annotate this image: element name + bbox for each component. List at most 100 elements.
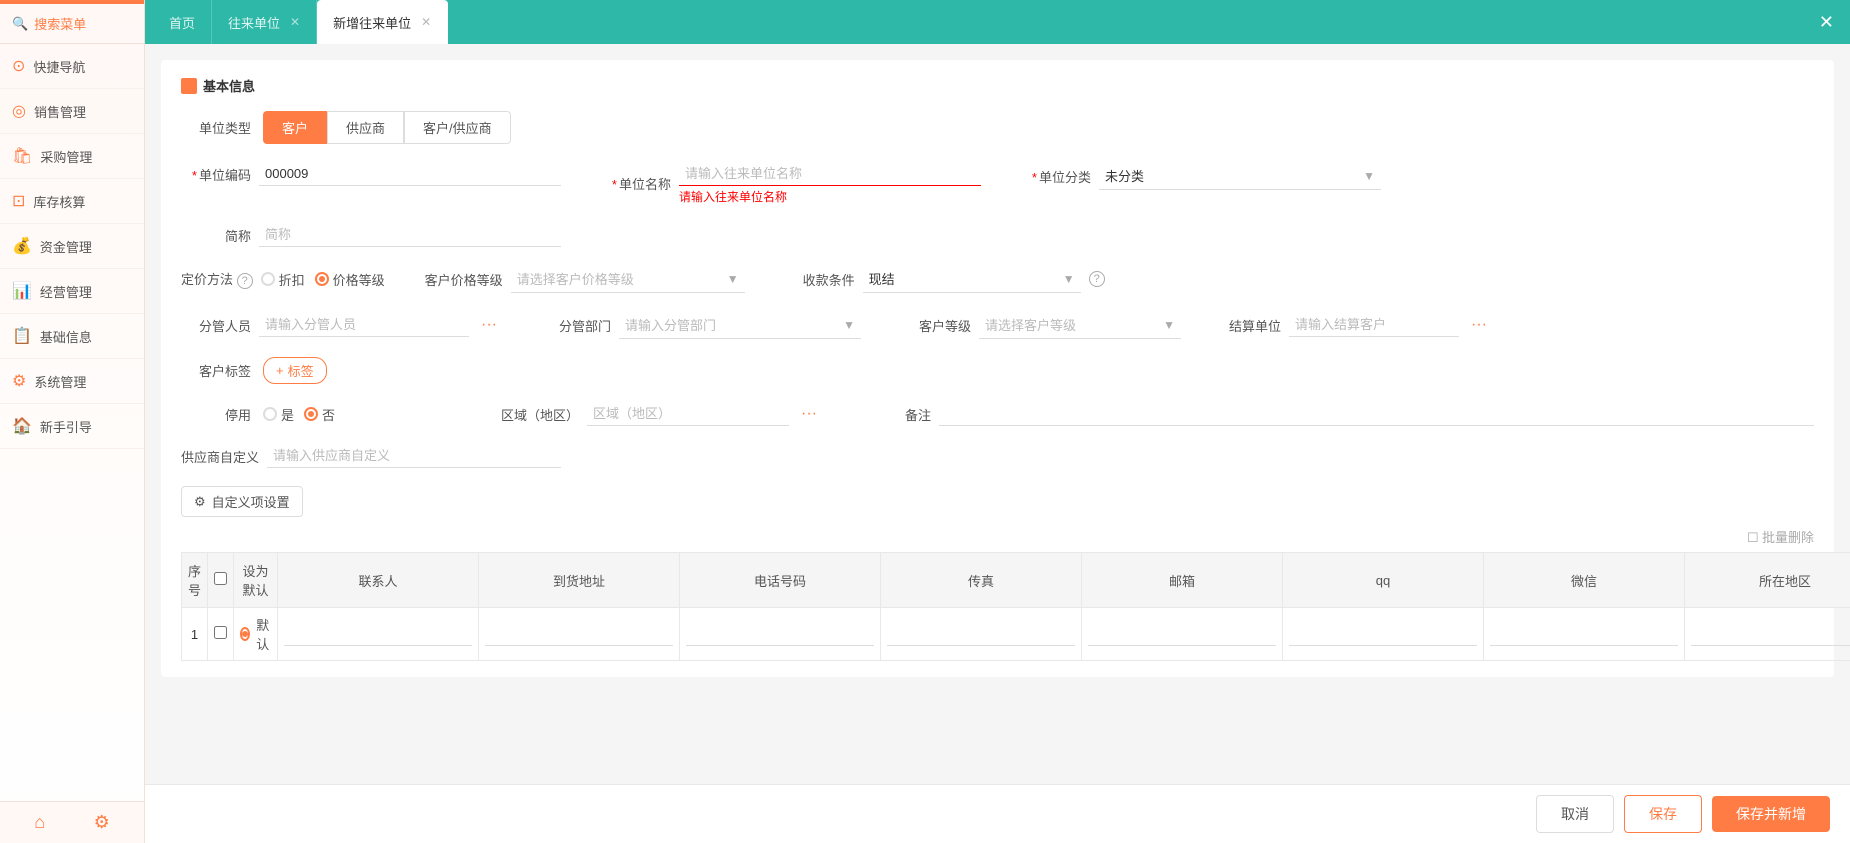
sidebar-item-system[interactable]: ⚙ 系统管理 (0, 359, 144, 404)
row-area-cell (1685, 608, 1850, 661)
supplier-custom-input[interactable] (267, 444, 561, 468)
pricing-discount-radio (261, 272, 275, 286)
row-checkbox[interactable] (214, 626, 227, 639)
col-checkbox (208, 553, 234, 608)
contacts-table: 序号 设为默认 联系人 到货地址 电话号码 传真 邮箱 qq 微信 所在地区 操… (181, 552, 1850, 661)
basic-info-card: 基本信息 单位类型 客户 供应商 客户/供应商 *单位编码 (161, 60, 1834, 677)
row-email-cell (1082, 608, 1283, 661)
customer-price-level-label: 客户价格等级 (425, 270, 503, 289)
pricing-discount-option[interactable]: 折扣 (261, 270, 305, 289)
customer-tag-label: 客户标签 (181, 361, 251, 380)
sidebar: 🔍 搜索菜单 ⊙ 快捷导航 ◎ 销售管理 🛍 采购管理 ⊡ 库存核算 💰 资金管… (0, 0, 145, 843)
manager-more[interactable]: ··· (477, 316, 501, 334)
pricing-method-help[interactable]: ? (237, 273, 253, 289)
row-fax-input[interactable] (887, 622, 1075, 646)
sidebar-item-operations[interactable]: 📊 经营管理 (0, 269, 144, 314)
tab-new-counterparty[interactable]: 新增往来单位 ✕ (317, 0, 448, 44)
pricing-level-option[interactable]: 价格等级 (315, 270, 385, 289)
customer-level-arrow: ▼ (1163, 318, 1175, 332)
sidebar-item-inventory[interactable]: ⊡ 库存核算 (0, 179, 144, 224)
customer-level-select[interactable]: 请选择客户等级 ▼ (979, 311, 1181, 339)
table-row: 1 默认 (182, 608, 1850, 661)
code-name-category-row: *单位编码 *单位名称 请输入往来单位名称 (181, 162, 1814, 205)
row-address-input[interactable] (485, 622, 673, 646)
unit-type-customer[interactable]: 客户 (263, 111, 327, 144)
sidebar-item-finance[interactable]: 💰 资金管理 (0, 224, 144, 269)
sidebar-home-icon[interactable]: ⌂ (34, 812, 45, 833)
unit-category-required: * (1032, 170, 1037, 185)
unit-category-select[interactable]: 未分类 ▼ (1099, 162, 1381, 190)
row-qq-input[interactable] (1289, 622, 1477, 646)
disabled-radio-group: 是 否 (263, 405, 335, 424)
region-field: 区域（地区） ··· (501, 402, 821, 426)
section-title-icon (181, 78, 197, 94)
add-tag-button[interactable]: + 标签 (263, 357, 327, 384)
col-contact: 联系人 (278, 553, 479, 608)
region-input[interactable] (587, 402, 789, 426)
col-email: 邮箱 (1082, 553, 1283, 608)
sidebar-search-label: 搜索菜单 (34, 14, 86, 33)
row-email-input[interactable] (1088, 622, 1276, 646)
manager-input[interactable] (259, 313, 469, 337)
unit-code-required: * (192, 168, 197, 183)
abbreviation-row: 简称 (181, 223, 1814, 247)
row-phone-input[interactable] (686, 622, 874, 646)
sidebar-item-purchase[interactable]: 🛍 采购管理 (0, 134, 144, 179)
tab-new-counterparty-close[interactable]: ✕ (421, 15, 431, 29)
unit-type-both[interactable]: 客户/供应商 (404, 111, 511, 144)
department-select[interactable]: 请输入分管部门 ▼ (619, 311, 861, 339)
sidebar-item-label: 系统管理 (34, 372, 86, 391)
select-all-checkbox[interactable] (214, 572, 227, 585)
tab-counterparty[interactable]: 往来单位 ✕ (212, 0, 317, 44)
unit-name-input-wrapper: 请输入往来单位名称 (679, 162, 981, 205)
disabled-yes-option[interactable]: 是 (263, 405, 294, 424)
settlement-unit-input[interactable] (1289, 313, 1459, 337)
inventory-icon: ⊡ (12, 191, 25, 211)
remark-input[interactable] (939, 402, 1814, 426)
custom-settings-button[interactable]: ⚙ 自定义项设置 (181, 486, 303, 517)
disabled-no-option[interactable]: 否 (304, 405, 335, 424)
payment-terms-help[interactable]: ? (1089, 271, 1105, 287)
row-wechat-input[interactable] (1490, 622, 1678, 646)
row-area-input[interactable] (1691, 622, 1850, 646)
save-button[interactable]: 保存 (1624, 795, 1702, 833)
settlement-unit-more[interactable]: ··· (1467, 316, 1491, 334)
payment-terms-field: 收款条件 现结 ▼ ? (785, 265, 1105, 293)
sidebar-item-quick-nav[interactable]: ⊙ 快捷导航 (0, 44, 144, 89)
region-more[interactable]: ··· (797, 405, 821, 423)
sidebar-item-basic-info[interactable]: 📋 基础信息 (0, 314, 144, 359)
custom-settings-gear-icon: ⚙ (194, 494, 206, 510)
finance-icon: 💰 (12, 236, 32, 256)
save-new-button[interactable]: 保存并新增 (1712, 796, 1830, 832)
customer-tag-field: 客户标签 + 标签 (181, 357, 327, 384)
unit-type-supplier[interactable]: 供应商 (327, 111, 404, 144)
department-placeholder: 请输入分管部门 (625, 315, 839, 334)
manager-row: 分管人员 ··· 分管部门 请输入分管部门 ▼ 客户等级 请选择客户等级 (181, 311, 1814, 339)
settlement-unit-label: 结算单位 (1211, 316, 1281, 335)
sidebar-item-sales[interactable]: ◎ 销售管理 (0, 89, 144, 134)
customer-price-level-select[interactable]: 请选择客户价格等级 ▼ (511, 265, 745, 293)
col-fax: 传真 (881, 553, 1082, 608)
tab-home[interactable]: 首页 (153, 0, 212, 44)
sidebar-item-label: 采购管理 (40, 147, 92, 166)
row-contact-input[interactable] (284, 622, 472, 646)
customer-level-field: 客户等级 请选择客户等级 ▼ (901, 311, 1181, 339)
payment-terms-select[interactable]: 现结 ▼ (863, 265, 1081, 293)
row-index: 1 (182, 608, 208, 661)
sidebar-settings-icon[interactable]: ⚙ (94, 812, 110, 833)
tabs-close-all-button[interactable]: ✕ (1811, 12, 1842, 33)
unit-name-input[interactable] (679, 162, 981, 186)
unit-code-input[interactable] (259, 162, 561, 186)
sidebar-search[interactable]: 🔍 搜索菜单 (0, 4, 144, 44)
payment-terms-arrow: ▼ (1063, 272, 1075, 286)
sidebar-item-label: 经营管理 (40, 282, 92, 301)
batch-delete-label[interactable]: 批量删除 (1762, 530, 1814, 545)
sidebar-item-guide[interactable]: 🏠 新手引导 (0, 404, 144, 449)
row-default-radio-label[interactable]: 默认 (240, 615, 271, 653)
col-wechat: 微信 (1484, 553, 1685, 608)
supplier-custom-label: 供应商自定义 (181, 447, 259, 466)
add-tag-icon: + (276, 363, 284, 378)
cancel-button[interactable]: 取消 (1536, 795, 1614, 833)
tab-counterparty-close[interactable]: ✕ (290, 15, 300, 29)
abbreviation-input[interactable] (259, 223, 561, 247)
